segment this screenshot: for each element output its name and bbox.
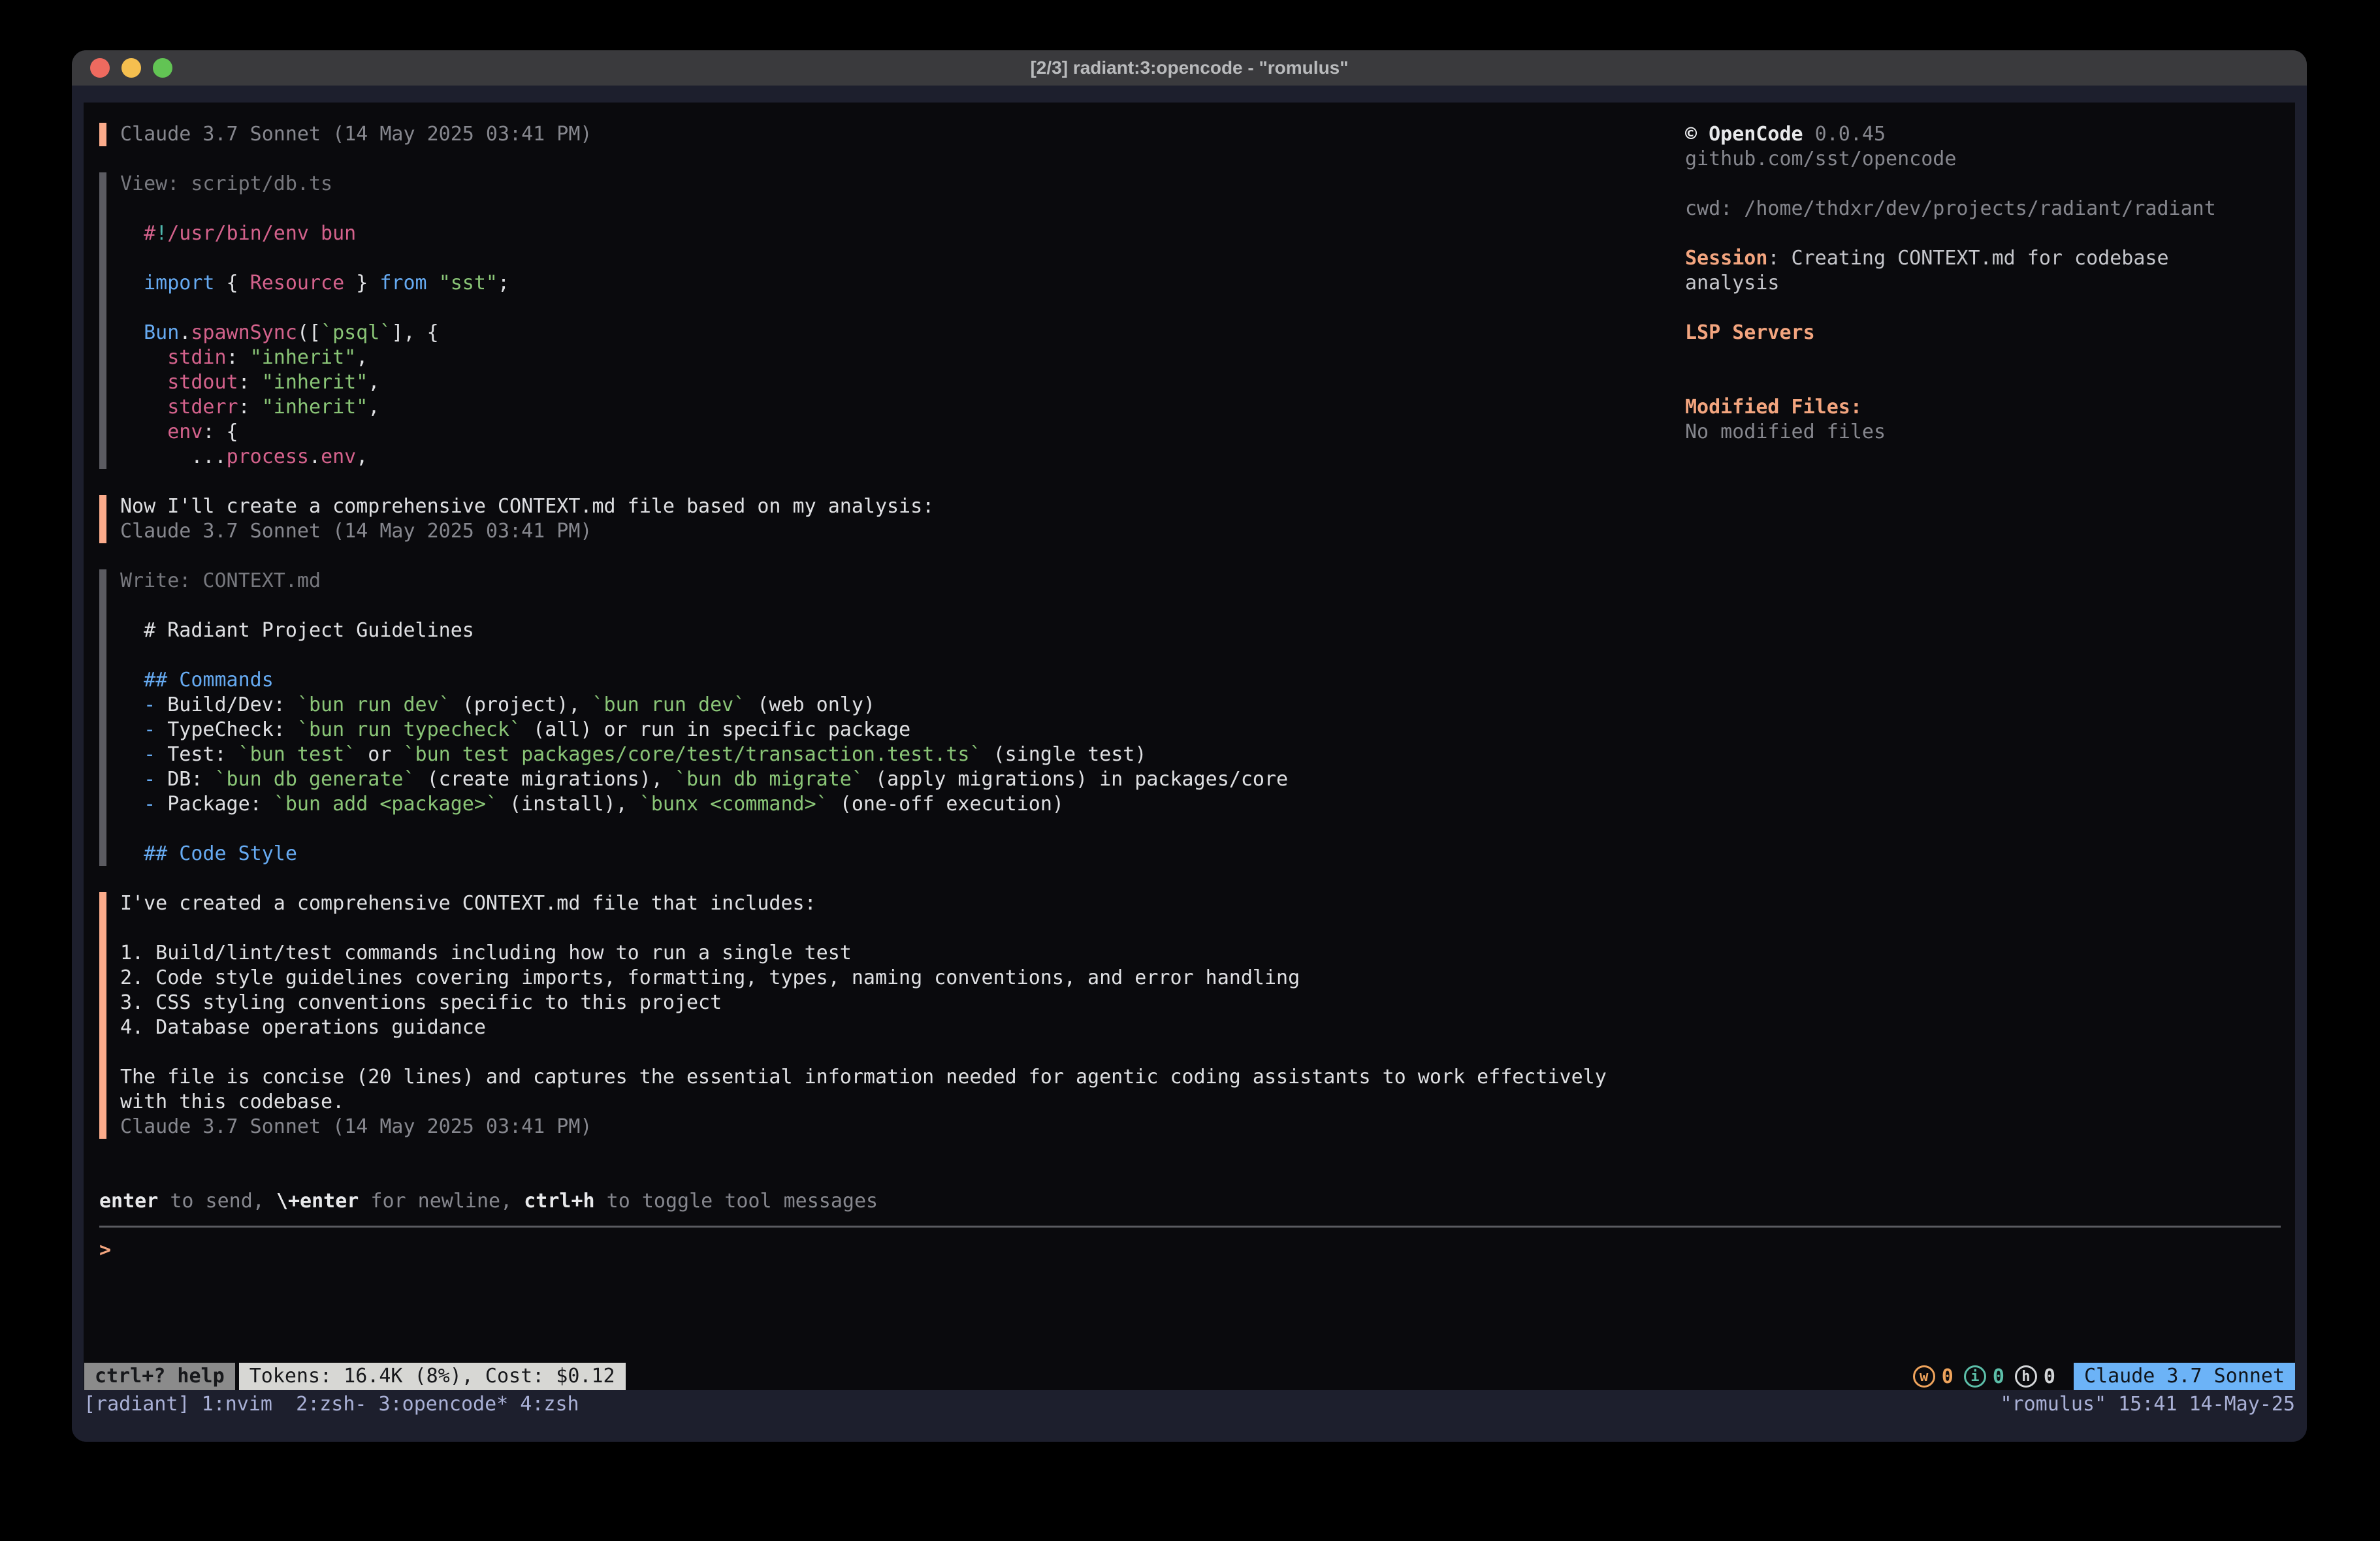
terminal-line: #!/usr/bin/env bun [120,221,1615,246]
terminal-line: 1. Build/lint/test commands including ho… [120,941,1615,966]
terminal-line: Claude 3.7 Sonnet (14 May 2025 03:41 PM) [120,1115,1615,1139]
terminal-line [1685,221,2299,246]
terminal-area: Claude 3.7 Sonnet (14 May 2025 03:41 PM)… [72,86,2307,1442]
terminal-line: ## Code Style [120,842,1615,866]
opencode-app: Claude 3.7 Sonnet (14 May 2025 03:41 PM)… [84,103,2295,1390]
terminal-line: Write: CONTEXT.md [120,569,1615,594]
w-circle-icon: w [1913,1365,1935,1388]
counter-value: 0 [1993,1365,2004,1388]
prompt-input[interactable]: > [99,1238,2295,1263]
assistant-message-block: Now I'll create a comprehensive CONTEXT.… [99,494,1615,544]
terminal-line: Claude 3.7 Sonnet (14 May 2025 03:41 PM) [120,122,1615,147]
w-counter: w0 [1913,1365,1954,1388]
help-badge[interactable]: ctrl+? help [84,1363,235,1390]
terminal-line [1685,345,2299,370]
prompt-symbol: > [99,1239,111,1262]
terminal-line [120,916,1615,941]
terminal-line: © OpenCode 0.0.45 [1685,122,2299,147]
terminal-line: - DB: `bun db generate` (create migratio… [120,767,1615,792]
terminal-line: - Test: `bun test` or `bun test packages… [120,742,1615,767]
terminal-line: - Package: `bun add <package>` (install)… [120,792,1615,817]
status-bar: ctrl+? help Tokens: 16.4K (8%), Cost: $0… [84,1363,2295,1390]
window-title: [2/3] radiant:3:opencode - "romulus" [72,57,2307,78]
terminal-line [1685,296,2299,321]
assistant-message-block: Claude 3.7 Sonnet (14 May 2025 03:41 PM) [99,122,1615,147]
terminal-line [120,1040,1615,1065]
terminal-line: 4. Database operations guidance [120,1015,1615,1040]
terminal-line [120,296,1615,321]
terminal-line: - Build/Dev: `bun run dev` (project), `b… [120,693,1615,718]
terminal-line: Bun.spawnSync([`psql`], { [120,321,1615,345]
terminal-line [120,246,1615,271]
tmux-status-bar: [radiant] 1:nvim 2:zsh- 3:opencode* 4:zs… [84,1390,2295,1418]
window-titlebar: [2/3] radiant:3:opencode - "romulus" [72,50,2307,86]
terminal-line: - TypeCheck: `bun run typecheck` (all) o… [120,718,1615,742]
keybinding-hints: enter to send, \+enter for newline, ctrl… [99,1189,2295,1214]
terminal-line: No modified files [1685,420,2299,445]
terminal-line: env: { [120,420,1615,445]
terminal-line [120,197,1615,221]
terminal-line: ...process.env, [120,445,1615,469]
terminal-line: Session: Creating CONTEXT.md for codebas… [1685,246,2299,271]
terminal-line: stdout: "inherit", [120,370,1615,395]
model-badge[interactable]: Claude 3.7 Sonnet [2074,1363,2295,1390]
terminal-line: Claude 3.7 Sonnet (14 May 2025 03:41 PM) [120,519,1615,544]
terminal-line: ## Commands [120,668,1615,693]
assistant-message-block: I've created a comprehensive CONTEXT.md … [99,891,1615,1139]
terminal-line: LSP Servers [1685,321,2299,345]
terminal-line [1685,172,2299,197]
terminal-line [1685,370,2299,395]
chat-transcript: Claude 3.7 Sonnet (14 May 2025 03:41 PM)… [99,122,1615,1139]
terminal-line: with this codebase. [120,1090,1615,1115]
tmux-session-info: "romulus" 15:41 14-May-25 [2000,1393,2295,1416]
tool-message-block: View: script/db.ts #!/usr/bin/env bun im… [99,172,1615,469]
i-counter: i0 [1964,1365,2004,1388]
terminal-line [120,817,1615,842]
terminal-line: 3. CSS styling conventions specific to t… [120,991,1615,1015]
info-sidebar: © OpenCode 0.0.45github.com/sst/opencode… [1685,122,2299,445]
terminal-line [120,594,1615,618]
terminal-line: Modified Files: [1685,395,2299,420]
h-counter: h0 [2015,1365,2055,1388]
counter-value: 0 [2044,1365,2055,1388]
terminal-line: import { Resource } from "sst"; [120,271,1615,296]
terminal-line: I've created a comprehensive CONTEXT.md … [120,891,1615,916]
terminal-line: The file is concise (20 lines) and captu… [120,1065,1615,1090]
terminal-line: stderr: "inherit", [120,395,1615,420]
diagnostics-counters: w0i0h0 [1913,1365,2055,1388]
terminal-line: analysis [1685,271,2299,296]
terminal-window: [2/3] radiant:3:opencode - "romulus" Cla… [72,50,2307,1442]
tokens-cost-badge: Tokens: 16.4K (8%), Cost: $0.12 [239,1363,626,1390]
i-circle-icon: i [1964,1365,1986,1388]
terminal-line: View: script/db.ts [120,172,1615,197]
terminal-line: stdin: "inherit", [120,345,1615,370]
terminal-line: github.com/sst/opencode [1685,147,2299,172]
terminal-line: 2. Code style guidelines covering import… [120,966,1615,991]
tool-message-block: Write: CONTEXT.md # Radiant Project Guid… [99,569,1615,866]
h-circle-icon: h [2015,1365,2037,1388]
counter-value: 0 [1942,1365,1954,1388]
terminal-line: Now I'll create a comprehensive CONTEXT.… [120,494,1615,519]
terminal-line [120,643,1615,668]
tmux-window-list[interactable]: [radiant] 1:nvim 2:zsh- 3:opencode* 4:zs… [84,1393,579,1416]
input-separator [99,1226,2281,1228]
terminal-line: # Radiant Project Guidelines [120,618,1615,643]
terminal-line: cwd: /home/thdxr/dev/projects/radiant/ra… [1685,197,2299,221]
